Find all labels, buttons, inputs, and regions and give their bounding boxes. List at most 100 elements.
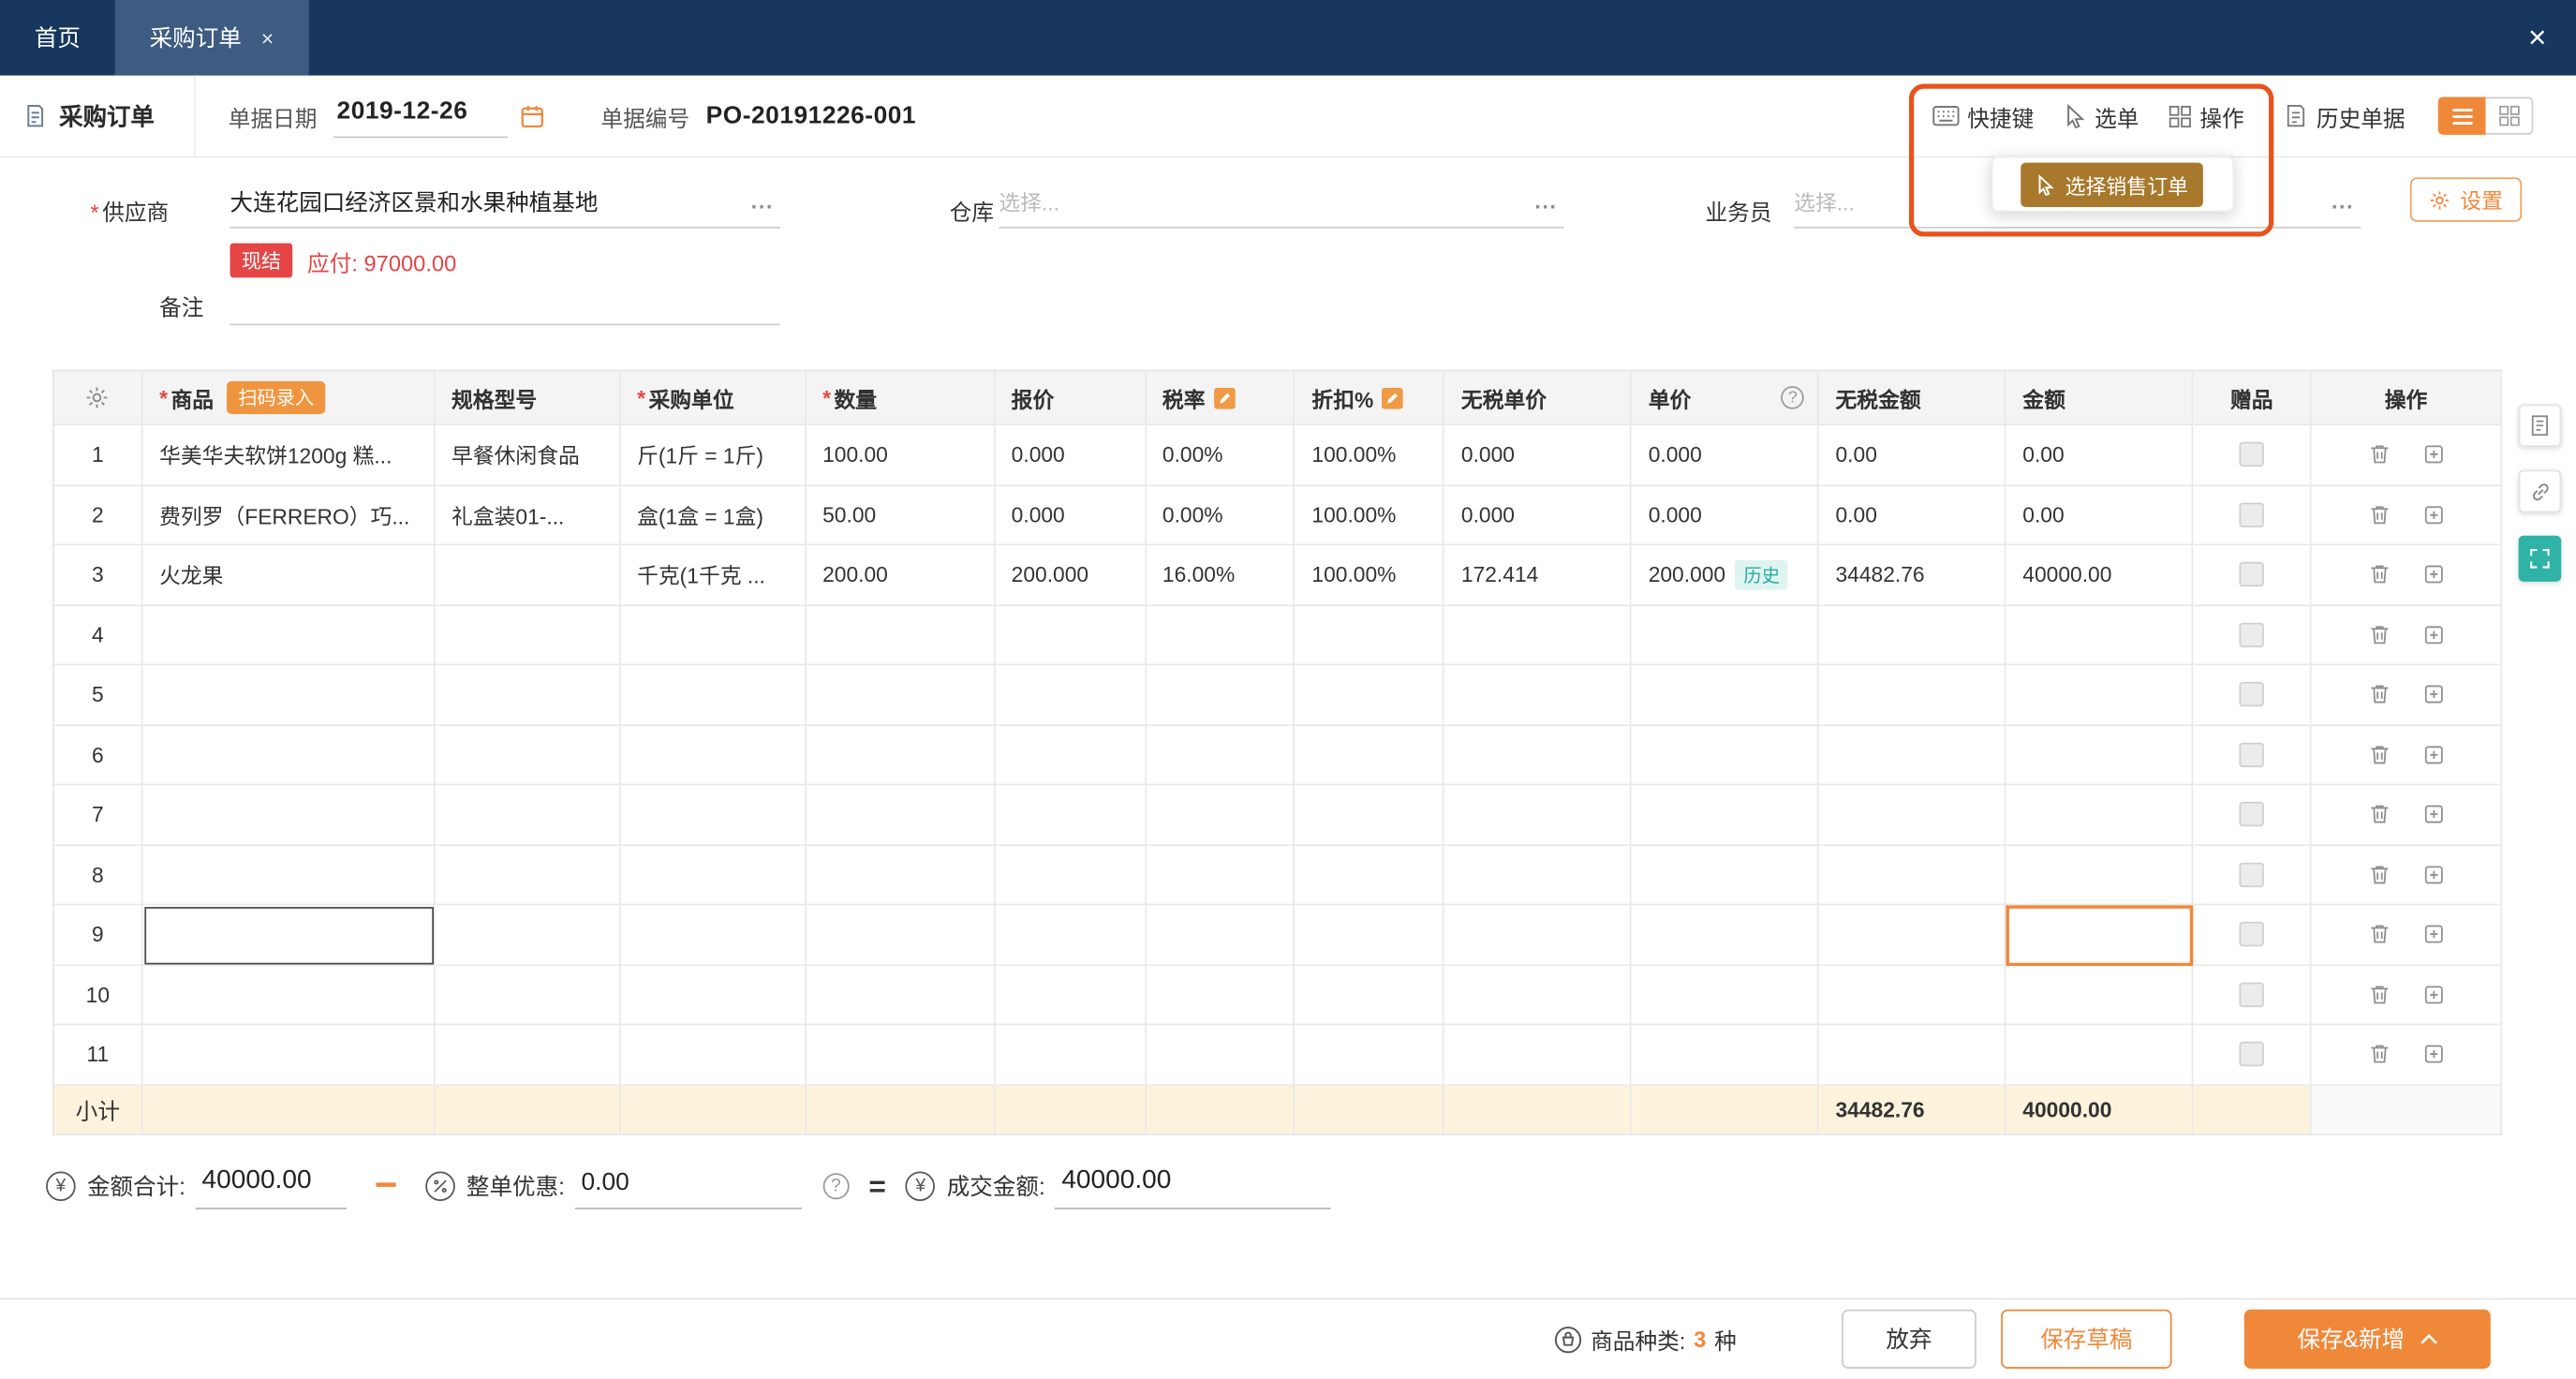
- gift-checkbox[interactable]: [2239, 862, 2264, 887]
- cell-product[interactable]: [142, 725, 436, 786]
- cell-unit[interactable]: 斤(1斤 = 1斤): [620, 425, 807, 486]
- add-copy-row-icon[interactable]: [2421, 922, 2445, 946]
- cell-qty[interactable]: [806, 665, 996, 726]
- cell-amount[interactable]: [2006, 1025, 2194, 1086]
- cell-notax-amount[interactable]: 0.00: [1818, 485, 2006, 546]
- cell-product[interactable]: [142, 1025, 436, 1086]
- cell-spec[interactable]: [435, 845, 621, 906]
- cell-quote[interactable]: [995, 605, 1147, 666]
- add-copy-row-icon[interactable]: [2421, 1042, 2445, 1066]
- cell-unit-price[interactable]: [1632, 1025, 1819, 1086]
- cell-spec[interactable]: [435, 1025, 621, 1086]
- cell-tax[interactable]: [1146, 965, 1295, 1026]
- cell-tax[interactable]: [1146, 605, 1295, 666]
- cell-notax-amount[interactable]: [1818, 905, 2006, 966]
- cell-quote[interactable]: [995, 905, 1147, 966]
- tab-purchase-order[interactable]: 采购订单 ×: [114, 0, 309, 76]
- cell-spec[interactable]: [435, 665, 621, 726]
- cell-discount[interactable]: [1295, 965, 1445, 1026]
- cell-unit-price[interactable]: [1632, 785, 1819, 846]
- gift-checkbox[interactable]: [2239, 922, 2264, 947]
- tab-home[interactable]: 首页: [0, 0, 115, 76]
- warehouse-field[interactable]: 选择... ...: [999, 176, 1564, 229]
- list-view-toggle[interactable]: [2437, 96, 2486, 135]
- cell-spec[interactable]: [435, 965, 621, 1026]
- cell-unit-price[interactable]: 200.000 历史: [1632, 545, 1819, 606]
- help-icon[interactable]: ?: [1781, 386, 1805, 409]
- cell-product[interactable]: [142, 905, 436, 966]
- cell-discount[interactable]: [1295, 725, 1445, 786]
- cell-tax[interactable]: [1146, 785, 1295, 846]
- cell-notax-amount[interactable]: 0.00: [1818, 425, 2006, 486]
- cell-notax-amount[interactable]: [1818, 845, 2006, 906]
- cell-unit-price[interactable]: 0.000: [1632, 425, 1819, 486]
- edit-discount-icon[interactable]: [1382, 387, 1403, 408]
- cell-unit[interactable]: 盒(1盒 = 1盒): [620, 485, 807, 546]
- add-copy-row-icon[interactable]: [2421, 742, 2445, 766]
- cell-quote[interactable]: [995, 785, 1147, 846]
- cell-unit-price[interactable]: [1632, 665, 1819, 726]
- cell-amount[interactable]: [2006, 725, 2194, 786]
- cell-notax-price[interactable]: [1444, 845, 1633, 906]
- cell-notax-price[interactable]: [1444, 605, 1633, 666]
- cell-quote[interactable]: [995, 725, 1147, 786]
- cell-product[interactable]: [142, 605, 436, 666]
- cell-quote[interactable]: 0.000: [995, 485, 1147, 546]
- cell-amount[interactable]: [2006, 965, 2194, 1026]
- cell-product[interactable]: 华美华夫软饼1200g 糕...: [142, 425, 436, 486]
- cell-qty[interactable]: [806, 605, 996, 666]
- cell-quote[interactable]: [995, 845, 1147, 906]
- cell-notax-amount[interactable]: [1818, 665, 2006, 726]
- delete-row-icon[interactable]: [2366, 682, 2391, 706]
- cell-tax[interactable]: 16.00%: [1146, 545, 1295, 606]
- cell-unit[interactable]: [620, 965, 807, 1026]
- cell-spec[interactable]: [435, 545, 621, 606]
- cell-spec[interactable]: [435, 905, 621, 966]
- cell-unit[interactable]: [620, 1025, 807, 1086]
- calendar-icon[interactable]: [519, 103, 545, 129]
- delete-row-icon[interactable]: [2366, 562, 2391, 586]
- cell-notax-price[interactable]: [1444, 665, 1633, 726]
- help-icon[interactable]: ?: [822, 1173, 850, 1200]
- shortcut-keys-button[interactable]: 快捷键: [1932, 99, 2034, 132]
- warehouse-more-button[interactable]: ...: [1528, 189, 1563, 214]
- cell-notax-price[interactable]: [1444, 965, 1633, 1026]
- cell-discount[interactable]: [1295, 785, 1445, 846]
- cell-notax-amount[interactable]: [1818, 965, 2006, 1026]
- gift-checkbox[interactable]: [2239, 442, 2264, 467]
- cell-qty[interactable]: [806, 965, 996, 1026]
- column-settings-header[interactable]: [53, 371, 143, 426]
- cell-product[interactable]: [142, 665, 436, 726]
- add-copy-row-icon[interactable]: [2421, 802, 2445, 826]
- cell-unit[interactable]: 千克(1千克 ...: [620, 545, 807, 606]
- cell-spec[interactable]: [435, 725, 621, 786]
- cell-amount[interactable]: 0.00: [2006, 485, 2194, 546]
- cell-unit[interactable]: [620, 905, 807, 966]
- cell-notax-amount[interactable]: [1818, 785, 2006, 846]
- delete-row-icon[interactable]: [2366, 442, 2391, 467]
- cell-notax-price[interactable]: 172.414: [1444, 545, 1633, 606]
- tab-close-icon[interactable]: ×: [261, 25, 274, 50]
- cell-notax-price[interactable]: [1444, 1025, 1633, 1086]
- cell-spec[interactable]: 礼盒装01-...: [435, 485, 621, 546]
- gift-checkbox[interactable]: [2239, 622, 2264, 647]
- cell-unit-price[interactable]: [1632, 905, 1819, 966]
- cell-quote[interactable]: [995, 665, 1147, 726]
- delete-row-icon[interactable]: [2366, 922, 2391, 946]
- cell-qty[interactable]: [806, 845, 996, 906]
- cell-notax-amount[interactable]: [1818, 605, 2006, 666]
- delete-row-icon[interactable]: [2366, 502, 2391, 526]
- gift-checkbox[interactable]: [2239, 562, 2264, 587]
- cell-notax-amount[interactable]: [1818, 725, 2006, 786]
- delete-row-icon[interactable]: [2366, 1042, 2391, 1066]
- remark-field[interactable]: [229, 273, 781, 326]
- supplier-field[interactable]: 大连花园口经济区景和水果种植基地 ...: [229, 176, 781, 229]
- cell-product[interactable]: 费列罗（FERRERO）巧...: [142, 485, 436, 546]
- abandon-button[interactable]: 放弃: [1842, 1309, 1976, 1369]
- notes-tool-button[interactable]: [2518, 404, 2562, 448]
- cell-unit-price[interactable]: [1632, 605, 1819, 666]
- cell-quote[interactable]: [995, 1025, 1147, 1086]
- link-tool-button[interactable]: [2518, 469, 2562, 513]
- gift-checkbox[interactable]: [2239, 682, 2264, 707]
- cell-discount[interactable]: 100.00%: [1295, 485, 1445, 546]
